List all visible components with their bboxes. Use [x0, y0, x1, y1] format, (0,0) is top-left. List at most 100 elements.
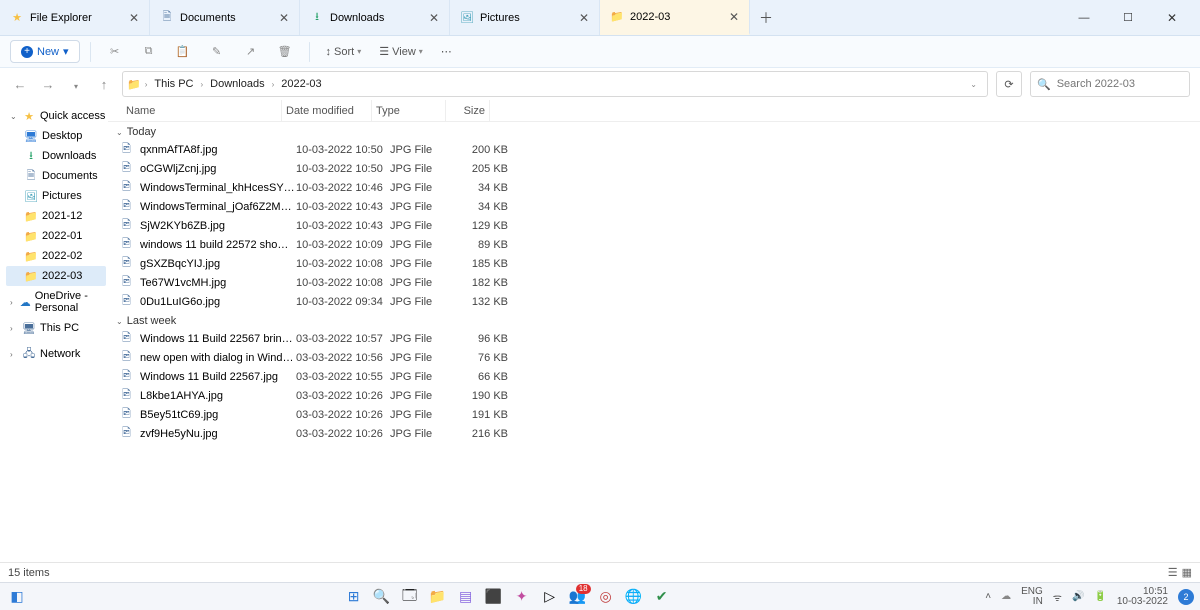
- chrome-app[interactable]: 🌐: [623, 586, 645, 608]
- breadcrumb-root[interactable]: This PC: [151, 78, 196, 90]
- file-row[interactable]: 🖻Windows 11 Build 22567.jpg03-03-2022 10…: [108, 367, 1200, 386]
- group-header-lastweek[interactable]: ⌄ Last week: [108, 311, 1200, 329]
- cut-button[interactable]: ✂: [101, 39, 129, 65]
- minimize-button[interactable]: —: [1062, 0, 1106, 35]
- widgets-button[interactable]: ◧: [6, 586, 28, 608]
- photos-app[interactable]: ✦: [511, 586, 533, 608]
- file-row[interactable]: 🖻0Du1LuIG6o.jpg10-03-2022 09:34JPG File1…: [108, 292, 1200, 311]
- new-tab-button[interactable]: ＋: [750, 0, 782, 35]
- file-row[interactable]: 🖻SjW2KYb6ZB.jpg10-03-2022 10:43JPG File1…: [108, 216, 1200, 235]
- file-row[interactable]: 🖻Te67W1vcMH.jpg10-03-2022 10:08JPG File1…: [108, 273, 1200, 292]
- close-window-button[interactable]: ✕: [1150, 0, 1194, 35]
- forward-button[interactable]: →: [38, 77, 58, 92]
- share-button[interactable]: ↗: [237, 39, 265, 65]
- file-explorer-app[interactable]: 📁: [427, 586, 449, 608]
- file-row[interactable]: 🖻WindowsTerminal_jOaf6Z2M1i.jpg10-03-202…: [108, 197, 1200, 216]
- sidebar-item-desktop[interactable]: 🖥 Desktop: [6, 126, 106, 146]
- task-view-button[interactable]: 🗔: [399, 586, 421, 608]
- file-row[interactable]: 🖻L8kbe1AHYA.jpg03-03-2022 10:26JPG File1…: [108, 386, 1200, 405]
- close-tab-icon[interactable]: ✕: [129, 11, 139, 25]
- sidebar-item-documents[interactable]: 🗎 Documents: [6, 166, 106, 186]
- notes-app[interactable]: ▤: [455, 586, 477, 608]
- terminal-app[interactable]: ⬛: [483, 586, 505, 608]
- address-dropdown-icon[interactable]: ⌄: [964, 80, 983, 89]
- more-button[interactable]: ⋯: [435, 41, 458, 62]
- tab-2022-03[interactable]: 📁2022-03✕: [600, 0, 750, 35]
- close-tab-icon[interactable]: ✕: [279, 11, 289, 25]
- file-date: 10-03-2022 10:08: [296, 277, 390, 289]
- tray-onedrive-icon[interactable]: ☁: [1001, 591, 1011, 602]
- maximize-button[interactable]: ☐: [1106, 0, 1150, 35]
- edge-app[interactable]: ◎: [595, 586, 617, 608]
- tab-downloads[interactable]: ⭳Downloads✕: [300, 0, 450, 35]
- chevron-down-icon: ▾: [357, 47, 361, 56]
- sidebar-item-2022-01[interactable]: 📁 2022-01: [6, 226, 106, 246]
- column-headers[interactable]: Name Date modified Type Size: [108, 100, 1200, 122]
- tab-file-explorer[interactable]: ★File Explorer✕: [0, 0, 150, 35]
- sidebar-item-2021-12[interactable]: 📁 2021-12: [6, 206, 106, 226]
- notification-center-button[interactable]: 2: [1178, 589, 1194, 605]
- battery-icon[interactable]: 🔋: [1094, 591, 1106, 602]
- network-icon: 🖧: [22, 345, 36, 364]
- video-app[interactable]: ▷: [539, 586, 561, 608]
- thumbnails-view-icon[interactable]: ▦: [1182, 566, 1192, 579]
- file-row[interactable]: 🖻Windows 11 Build 22567 brings a new op.…: [108, 329, 1200, 348]
- clock[interactable]: 10:51 10-03-2022: [1117, 587, 1168, 607]
- recent-button[interactable]: ▾: [66, 77, 86, 92]
- details-view-icon[interactable]: ☰: [1168, 566, 1178, 579]
- sidebar-quick-access[interactable]: ⌄ ★ Quick access: [6, 106, 106, 126]
- address-bar[interactable]: 📁 › This PC › Downloads › 2022-03 ⌄: [122, 71, 988, 97]
- column-name[interactable]: Name: [122, 100, 282, 121]
- language-indicator[interactable]: ENG IN: [1021, 587, 1043, 607]
- close-tab-icon[interactable]: ✕: [729, 10, 739, 24]
- file-row[interactable]: 🖻WindowsTerminal_khHcesSYCB.jpg10-03-202…: [108, 178, 1200, 197]
- column-type[interactable]: Type: [372, 100, 446, 121]
- sort-button[interactable]: ↕ Sort ▾: [320, 42, 368, 62]
- paste-button[interactable]: 📋: [169, 39, 197, 65]
- close-tab-icon[interactable]: ✕: [579, 11, 589, 25]
- column-date[interactable]: Date modified: [282, 100, 372, 121]
- search-box[interactable]: 🔍: [1030, 71, 1190, 97]
- search-input[interactable]: [1057, 78, 1183, 90]
- todo-app[interactable]: ✔: [651, 586, 673, 608]
- new-button[interactable]: + New ▾: [10, 40, 80, 63]
- tab-pictures[interactable]: 🖼Pictures✕: [450, 0, 600, 35]
- back-button[interactable]: ←: [10, 77, 30, 92]
- refresh-button[interactable]: ⟳: [996, 71, 1022, 97]
- sidebar-item-2022-02[interactable]: 📁 2022-02: [6, 246, 106, 266]
- sidebar-this-pc[interactable]: › 🖥 This PC: [6, 318, 106, 338]
- breadcrumb-mid[interactable]: Downloads: [207, 78, 267, 90]
- file-row[interactable]: 🖻new open with dialog in Windows 11 Buil…: [108, 348, 1200, 367]
- up-button[interactable]: ↑: [94, 77, 114, 92]
- start-button[interactable]: ⊞: [343, 586, 365, 608]
- file-name: qxnmAfTA8f.jpg: [140, 144, 296, 156]
- wifi-icon[interactable]: ᯤ: [1053, 590, 1062, 604]
- copy-button[interactable]: ⧉: [135, 39, 163, 65]
- column-size[interactable]: Size: [446, 100, 490, 121]
- rename-button[interactable]: ✎: [203, 39, 231, 65]
- tab-documents[interactable]: 🗎Documents✕: [150, 0, 300, 35]
- view-button[interactable]: ☰ View ▾: [373, 41, 429, 62]
- file-row[interactable]: 🖻gSXZBqcYIJ.jpg10-03-2022 10:08JPG File1…: [108, 254, 1200, 273]
- group-header-today[interactable]: ⌄ Today: [108, 122, 1200, 140]
- breadcrumb-leaf[interactable]: 2022-03: [278, 78, 324, 90]
- file-row[interactable]: 🖻qxnmAfTA8f.jpg10-03-2022 10:50JPG File2…: [108, 140, 1200, 159]
- file-row[interactable]: 🖻B5ey51tC69.jpg03-03-2022 10:26JPG File1…: [108, 405, 1200, 424]
- file-row[interactable]: 🖻zvf9He5yNu.jpg03-03-2022 10:26JPG File2…: [108, 424, 1200, 443]
- sidebar-item-downloads[interactable]: ⭳ Downloads: [6, 146, 106, 166]
- tray-chevron-up-icon[interactable]: ˄: [985, 591, 991, 602]
- image-file-icon: 🖻: [122, 159, 136, 178]
- sort-label: Sort: [334, 46, 354, 58]
- delete-button[interactable]: 🗑: [271, 39, 299, 65]
- sidebar-item-label: Network: [40, 348, 80, 360]
- sidebar-onedrive[interactable]: › ☁ OneDrive - Personal: [6, 292, 106, 312]
- volume-icon[interactable]: 🔊: [1072, 591, 1084, 602]
- file-row[interactable]: 🖻windows 11 build 22572 show more opti..…: [108, 235, 1200, 254]
- search-button[interactable]: 🔍: [371, 586, 393, 608]
- close-tab-icon[interactable]: ✕: [429, 11, 439, 25]
- teams-app[interactable]: 👥18: [567, 586, 589, 608]
- sidebar-network[interactable]: › 🖧 Network: [6, 344, 106, 364]
- sidebar-item-2022-03[interactable]: 📁 2022-03: [6, 266, 106, 286]
- file-row[interactable]: 🖻oCGWljZcnj.jpg10-03-2022 10:50JPG File2…: [108, 159, 1200, 178]
- sidebar-item-pictures[interactable]: 🖼 Pictures: [6, 186, 106, 206]
